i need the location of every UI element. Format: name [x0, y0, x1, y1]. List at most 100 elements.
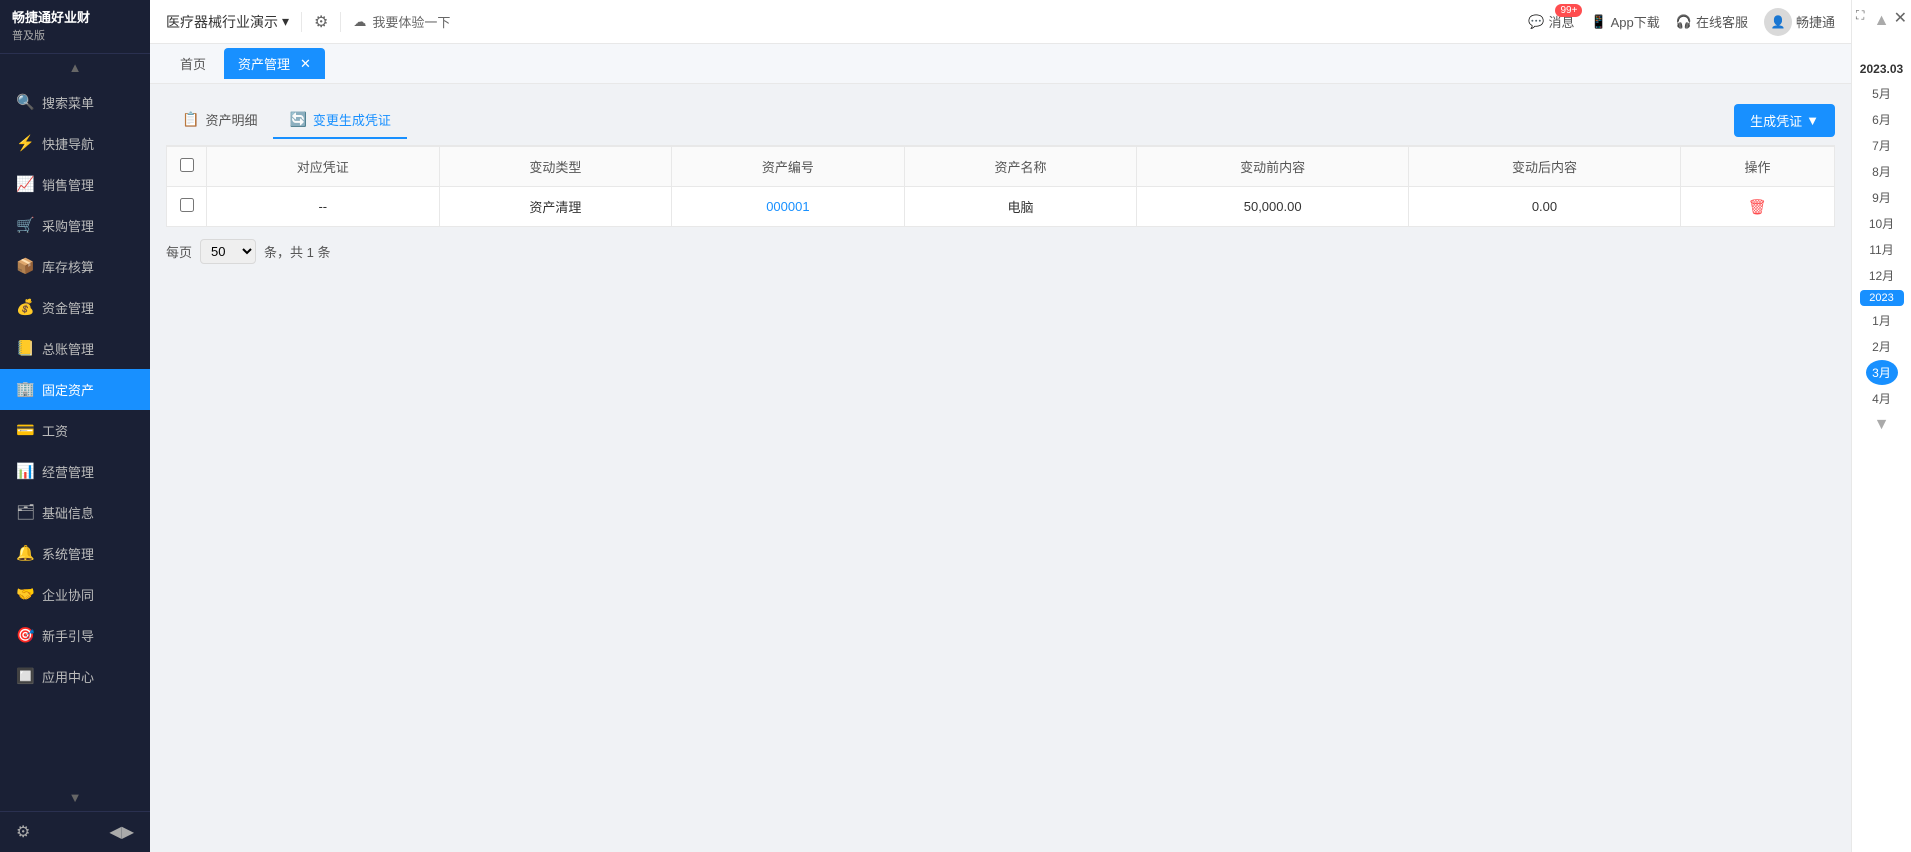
scroll-down-arrow[interactable]: ▼: [65, 787, 85, 807]
sidebar-label: 经营管理: [42, 462, 94, 481]
app-version: 普及版: [12, 27, 90, 43]
row-checkbox-cell[interactable]: [167, 187, 207, 227]
sidebar-item-固定资产[interactable]: 🏢固定资产: [0, 369, 150, 410]
sidebar: 畅捷通好业财 普及版 ▲ 🔍搜索菜单⚡快捷导航📈销售管理🛒采购管理📦库存核算 💰 资…: [0, 0, 150, 852]
panel-close-button[interactable]: ✕: [1894, 8, 1907, 28]
month-item[interactable]: 5月: [1860, 81, 1904, 106]
per-page-label: 每页: [166, 242, 192, 261]
current-year-badge[interactable]: 2023: [1860, 290, 1904, 306]
sidebar-icon: 🎯: [16, 626, 34, 644]
sidebar-item-企业协同[interactable]: 🤝企业协同: [0, 574, 150, 615]
total-label: 条，共 1 条: [264, 242, 330, 261]
month-item-current[interactable]: 3月: [1866, 360, 1898, 385]
per-page-select[interactable]: 102050100: [200, 239, 256, 264]
user-label: 畅捷通: [1796, 12, 1835, 31]
table-header-checkbox[interactable]: [167, 147, 207, 187]
select-all-checkbox[interactable]: [180, 158, 194, 172]
generate-dropdown-arrow: ▼: [1806, 113, 1819, 128]
avatar: 👤: [1764, 8, 1792, 36]
panel-scroll-down[interactable]: ▼: [1870, 412, 1894, 438]
messages-button[interactable]: 💬 消息 99+: [1528, 12, 1574, 31]
sidebar-item-应用中心[interactable]: 🔲应用中心: [0, 656, 150, 697]
tab-asset-management[interactable]: 资产管理 ✕: [224, 48, 325, 79]
month-item[interactable]: 7月: [1860, 133, 1904, 158]
month-item[interactable]: 10月: [1860, 211, 1904, 236]
sidebar-item-基础信息[interactable]: 🗂基础信息: [0, 492, 150, 533]
year-label: 2023.03: [1860, 62, 1903, 76]
sidebar-label: 库存核算: [42, 257, 94, 276]
customer-service-button[interactable]: 🎧 在线客服: [1676, 12, 1748, 31]
sidebar-icon: 💰: [16, 298, 34, 316]
row-action-cell: 🗑: [1680, 187, 1834, 227]
panel-scroll-up[interactable]: ▲: [1870, 8, 1894, 34]
row-checkbox[interactable]: [180, 198, 194, 212]
sidebar-item-搜索菜单[interactable]: 🔍搜索菜单: [0, 82, 150, 123]
sub-tab-change-voucher[interactable]: 🔄 变更生成凭证: [273, 102, 406, 139]
months-list-before: 5月6月7月8月9月10月11月12月: [1860, 80, 1904, 289]
sidebar-icon: 🔍: [16, 93, 34, 111]
scroll-up-arrow[interactable]: ▲: [65, 58, 85, 78]
content-area: 📋 资产明细 🔄 变更生成凭证 生成凭证 ▼: [150, 84, 1851, 852]
headset-icon: 🎧: [1676, 14, 1692, 30]
sidebar-icon: 📊: [16, 462, 34, 480]
table-toolbar: 生成凭证 ▼: [1734, 96, 1835, 145]
sidebar-item-经营管理[interactable]: 📊 经营管理: [0, 451, 150, 492]
sidebar-icon: ⚡: [16, 134, 34, 152]
month-item-current[interactable]: 1月: [1860, 308, 1904, 333]
sidebar-label: 资金管理: [42, 298, 94, 317]
app-logo: 畅捷通好业财 普及版: [0, 0, 150, 54]
collapse-icon[interactable]: ◀▶: [109, 822, 134, 842]
sidebar-icon: 🔔: [16, 544, 34, 562]
app-download-label: App下载: [1611, 12, 1660, 31]
panel-expand-button[interactable]: ⛶: [1856, 8, 1864, 23]
month-item-current[interactable]: 4月: [1860, 386, 1904, 411]
month-item[interactable]: 11月: [1860, 237, 1904, 262]
sidebar-label: 销售管理: [42, 175, 94, 194]
table-row: -- 资产清理 000001 电脑 50,000.00 0.00 🗑: [167, 187, 1835, 227]
download-icon: 📱: [1590, 14, 1606, 30]
sidebar-item-工资[interactable]: 💳工资: [0, 410, 150, 451]
month-item[interactable]: 6月: [1860, 107, 1904, 132]
tab-close-icon[interactable]: ✕: [300, 56, 311, 72]
sidebar-item-新手引导[interactable]: 🎯新手引导: [0, 615, 150, 656]
generate-voucher-label: 生成凭证: [1750, 111, 1802, 130]
col-voucher: 对应凭证: [207, 147, 440, 187]
month-item[interactable]: 12月: [1860, 263, 1904, 288]
settings-icon[interactable]: ⚙: [16, 822, 30, 842]
col-asset-no: 资产编号: [672, 147, 905, 187]
sidebar-menu: 🔍搜索菜单⚡快捷导航📈销售管理🛒采购管理📦库存核算 💰 资金管理 📒总账管理🏢固定资产…: [0, 82, 150, 783]
sidebar-label: 基础信息: [42, 503, 94, 522]
col-asset-name: 资产名称: [904, 147, 1137, 187]
generate-voucher-button[interactable]: 生成凭证 ▼: [1734, 104, 1835, 137]
month-item[interactable]: 9月: [1860, 185, 1904, 210]
sidebar-icon: 📒: [16, 339, 34, 357]
asset-detail-label: 资产明细: [205, 110, 257, 129]
messages-badge: 99+: [1555, 4, 1582, 17]
main-area: 医疗器械行业演示 ▾ ⚙ ☁ 我要体验一下 💬 消息 99+ 📱 App下载 🎧…: [150, 0, 1851, 852]
sidebar-scroll-up[interactable]: ▲: [0, 54, 150, 82]
tab-home[interactable]: 首页: [166, 48, 220, 79]
sidebar-item-总账管理[interactable]: 📒总账管理: [0, 328, 150, 369]
sidebar-item-采购管理[interactable]: 🛒采购管理: [0, 205, 150, 246]
sub-tab-asset-detail[interactable]: 📋 资产明细: [166, 102, 273, 139]
user-profile[interactable]: 👤 畅捷通: [1764, 8, 1835, 36]
company-selector[interactable]: 医疗器械行业演示 ▾: [166, 12, 289, 32]
sidebar-item-系统管理[interactable]: 🔔系统管理: [0, 533, 150, 574]
sidebar-bottom: ⚙ ◀▶: [0, 811, 150, 852]
experience-button[interactable]: ☁ 我要体验一下: [353, 12, 450, 31]
sidebar-item-资金管理[interactable]: 💰 资金管理: [0, 287, 150, 328]
sidebar-item-快捷导航[interactable]: ⚡快捷导航: [0, 123, 150, 164]
sidebar-item-库存核算[interactable]: 📦库存核算: [0, 246, 150, 287]
delete-button[interactable]: 🗑: [1748, 199, 1767, 216]
app-download-button[interactable]: 📱 App下载: [1590, 12, 1659, 31]
month-item[interactable]: 8月: [1860, 159, 1904, 184]
months-list-current: 1月2月3月4月: [1860, 307, 1904, 412]
topbar-divider-2: [340, 12, 341, 32]
message-icon: 💬: [1528, 14, 1544, 30]
month-item-current[interactable]: 2月: [1860, 334, 1904, 359]
col-after: 变动后内容: [1409, 147, 1681, 187]
settings-gear-icon[interactable]: ⚙: [314, 12, 328, 32]
sidebar-scroll-down[interactable]: ▼: [0, 783, 150, 811]
sidebar-item-销售管理[interactable]: 📈销售管理: [0, 164, 150, 205]
company-dropdown-icon: ▾: [282, 13, 289, 30]
